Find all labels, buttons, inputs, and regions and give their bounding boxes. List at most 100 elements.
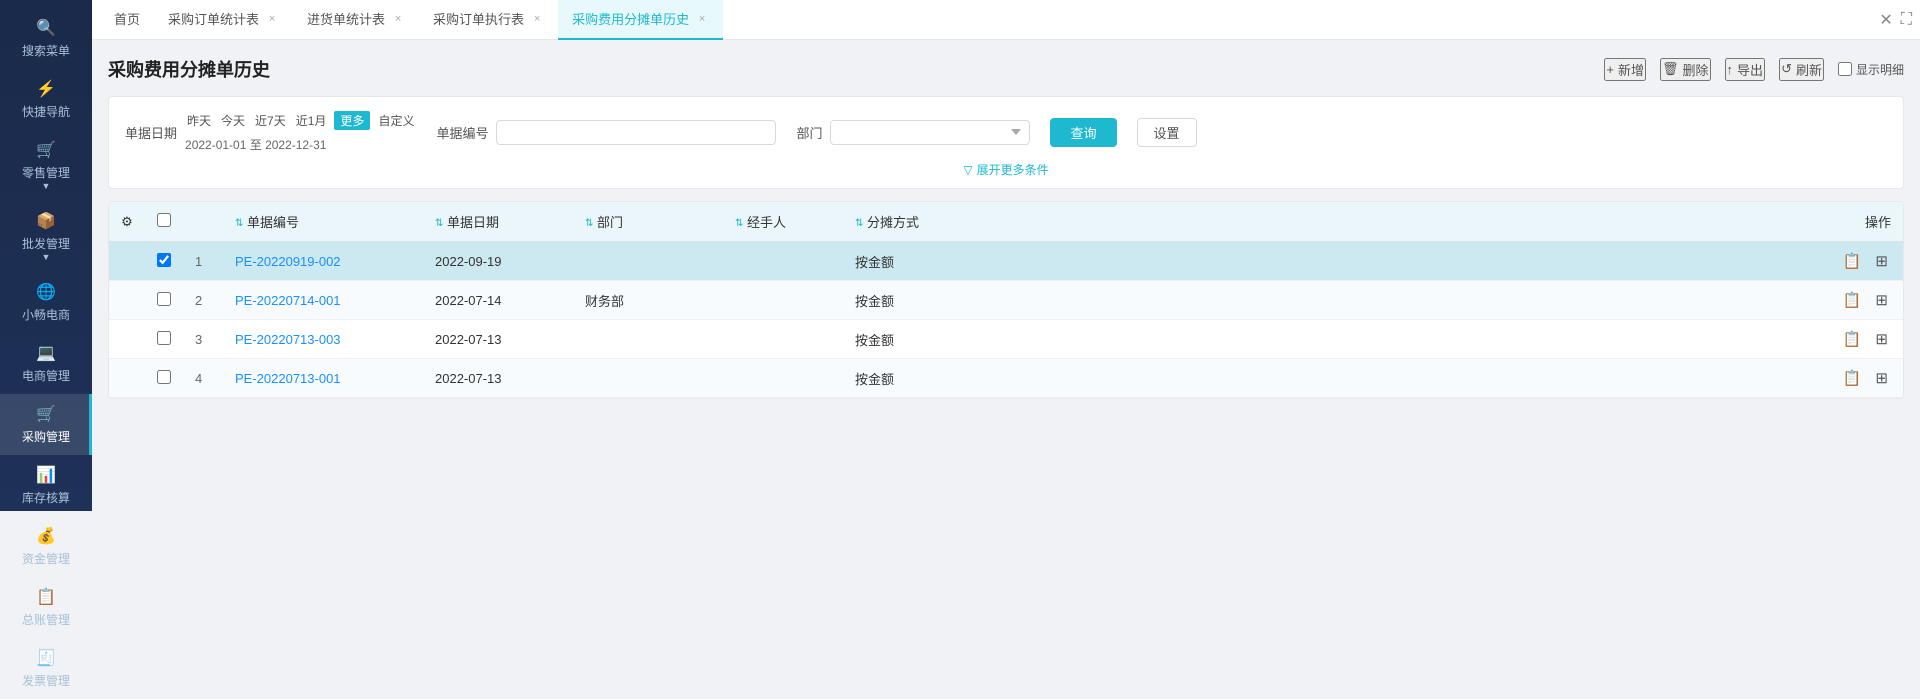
row-num-cell-1: 2 [183, 281, 223, 320]
maximize-icon[interactable]: ⛶ [1901, 11, 1912, 29]
col-docno-header: ⇅ 单据编号 [223, 202, 423, 242]
col-handler-header: ⇅ 经手人 [723, 202, 843, 242]
tab-home[interactable]: 首页 [100, 0, 154, 40]
refresh-button[interactable]: ↺ 刷新 [1779, 58, 1824, 81]
sidebar-item-invoice[interactable]: 🧾 发票管理 [0, 638, 92, 699]
export-button[interactable]: ↑ 导出 [1725, 58, 1766, 81]
row-docno-link-2[interactable]: PE-20220713-003 [235, 332, 341, 347]
sort-icon: ⇅ [435, 218, 443, 229]
col-action-header: 操作 [1803, 202, 1903, 242]
ecom-icon: 💻 [36, 343, 56, 363]
row-action-icons-1: 📋 ⊞ [1815, 289, 1891, 311]
delete-button[interactable]: 🗑 删除 [1660, 58, 1711, 81]
sidebar-item-ledger[interactable]: 📋 总账管理 [0, 577, 92, 638]
row-setting-cell-0 [109, 242, 145, 281]
page-header: 采购费用分摊单历史 + 新增 🗑 删除 ↑ 导出 ↺ 刷新 [108, 56, 1904, 82]
invoice-icon: 🧾 [36, 648, 56, 668]
row-edit-icon-0[interactable]: ⊞ [1872, 250, 1891, 272]
finance-icon: 💰 [36, 526, 56, 546]
sort-icon: ⇅ [855, 218, 863, 229]
sidebar-item-retail[interactable]: 🛒 零售管理 ▼ [0, 130, 92, 201]
shortcut-today[interactable]: 今天 [219, 111, 247, 130]
table-row: 2 PE-20220714-001 2022-07-14 财务部 按金额 📋 ⊞ [109, 281, 1903, 320]
tab-goods-stat[interactable]: 进货单统计表 × [293, 0, 419, 40]
row-view-icon-0[interactable]: 📋 [1840, 250, 1865, 272]
tab-purchase-stat[interactable]: 采购订单统计表 × [154, 0, 293, 40]
nav-icon: ⚡ [36, 79, 56, 99]
sidebar-item-label: 小畅电商 [22, 306, 70, 323]
expand-label: 展开更多条件 [977, 161, 1049, 178]
row-split-cell-1: 按金额 [843, 281, 1803, 320]
row-docno-link-1[interactable]: PE-20220714-001 [235, 293, 341, 308]
expand-more-row: ▽ 展开更多条件 [125, 161, 1887, 178]
sidebar-item-nav[interactable]: ⚡ 快捷导航 [0, 69, 92, 130]
tab-expense-split-close[interactable]: × [695, 12, 709, 26]
sidebar-item-ecom-small[interactable]: 🌐 小畅电商 [0, 272, 92, 333]
tab-home-label: 首页 [114, 9, 140, 28]
row-edit-icon-3[interactable]: ⊞ [1872, 367, 1891, 389]
dept-select[interactable]: 财务部 [830, 120, 1030, 145]
col-handler-label: 经手人 [747, 215, 786, 230]
row-edit-icon-1[interactable]: ⊞ [1872, 289, 1891, 311]
search-button[interactable]: 查询 [1050, 118, 1116, 147]
settings-gear-icon[interactable]: ⚙ [121, 214, 133, 229]
col-dept-header: ⇅ 部门 [573, 202, 723, 242]
sidebar-item-finance[interactable]: 💰 资金管理 [0, 516, 92, 577]
sidebar-item-search[interactable]: 🔍 搜索菜单 [0, 8, 92, 69]
sidebar-item-label: 批发管理 [22, 235, 70, 252]
row-view-icon-1[interactable]: 📋 [1840, 289, 1865, 311]
row-docno-link-0[interactable]: PE-20220919-002 [235, 254, 341, 269]
shortcut-yesterday[interactable]: 昨天 [185, 111, 213, 130]
row-checkbox-2[interactable] [157, 331, 171, 345]
tab-purchase-stat-close[interactable]: × [265, 12, 279, 26]
shortcut-1month[interactable]: 近1月 [294, 111, 329, 130]
sidebar-item-label: 快捷导航 [22, 103, 70, 120]
col-date-label: 单据日期 [447, 215, 499, 230]
header-actions: + 新增 🗑 删除 ↑ 导出 ↺ 刷新 显示明细 [1604, 58, 1904, 81]
content-area: 采购费用分摊单历史 + 新增 🗑 删除 ↑ 导出 ↺ 刷新 [92, 40, 1920, 511]
tab-goods-stat-close[interactable]: × [391, 12, 405, 26]
row-docno-cell-3: PE-20220713-001 [223, 359, 423, 398]
shortcut-7days[interactable]: 近7天 [253, 111, 288, 130]
filter-settings-button[interactable]: 设置 [1137, 118, 1197, 147]
shortcut-more[interactable]: 更多 [334, 111, 370, 130]
tab-expense-split[interactable]: 采购费用分摊单历史 × [558, 0, 723, 40]
sidebar-item-wholesale[interactable]: 📦 批发管理 ▼ [0, 201, 92, 272]
add-button[interactable]: + 新增 [1604, 58, 1646, 81]
row-num-cell-2: 3 [183, 320, 223, 359]
row-checkbox-3[interactable] [157, 370, 171, 384]
main-area: 首页 采购订单统计表 × 进货单统计表 × 采购订单执行表 × 采购费用分摊单历… [92, 0, 1920, 511]
date-filter: 单据日期 昨天 今天 近7天 近1月 更多 自定义 2022-01-01 至 2… [125, 111, 416, 153]
row-view-icon-3[interactable]: 📋 [1840, 367, 1865, 389]
row-date-cell-0: 2022-09-19 [423, 242, 573, 281]
docno-input[interactable] [496, 120, 776, 145]
tab-purchase-exec-close[interactable]: × [530, 12, 544, 26]
sidebar-item-inventory[interactable]: 📊 库存核算 [0, 455, 92, 516]
col-setting: ⚙ [109, 202, 145, 242]
tab-purchase-exec[interactable]: 采购订单执行表 × [419, 0, 558, 40]
row-split-cell-0: 按金额 [843, 242, 1803, 281]
show-columns-label: 显示明细 [1856, 61, 1904, 78]
sidebar-item-ecom[interactable]: 💻 电商管理 [0, 333, 92, 394]
table-row: 1 PE-20220919-002 2022-09-19 按金额 📋 ⊞ [109, 242, 1903, 281]
close-window-icon[interactable]: ✕ [1879, 10, 1892, 30]
row-checkbox-0[interactable] [157, 253, 171, 267]
select-all-checkbox[interactable] [157, 213, 171, 227]
delete-icon: 🗑 [1662, 61, 1679, 77]
shortcut-custom[interactable]: 自定义 [376, 111, 416, 130]
date-shortcuts: 昨天 今天 近7天 近1月 更多 自定义 [185, 111, 416, 130]
row-setting-cell-2 [109, 320, 145, 359]
col-split-label: 分摊方式 [867, 215, 919, 230]
row-checkbox-1[interactable] [157, 292, 171, 306]
row-view-icon-2[interactable]: 📋 [1840, 328, 1865, 350]
row-edit-icon-2[interactable]: ⊞ [1872, 328, 1891, 350]
col-check [145, 202, 183, 242]
show-columns-checkbox[interactable] [1838, 62, 1852, 76]
show-columns-toggle[interactable]: 显示明细 [1838, 61, 1904, 78]
expand-more-button[interactable]: ▽ 展开更多条件 [963, 161, 1048, 178]
row-docno-cell-0: PE-20220919-002 [223, 242, 423, 281]
sidebar-item-label: 发票管理 [22, 672, 70, 689]
inventory-icon: 📊 [36, 465, 56, 485]
row-docno-link-3[interactable]: PE-20220713-001 [235, 371, 341, 386]
sidebar-item-purchase[interactable]: 🛒 采购管理 [0, 394, 92, 455]
